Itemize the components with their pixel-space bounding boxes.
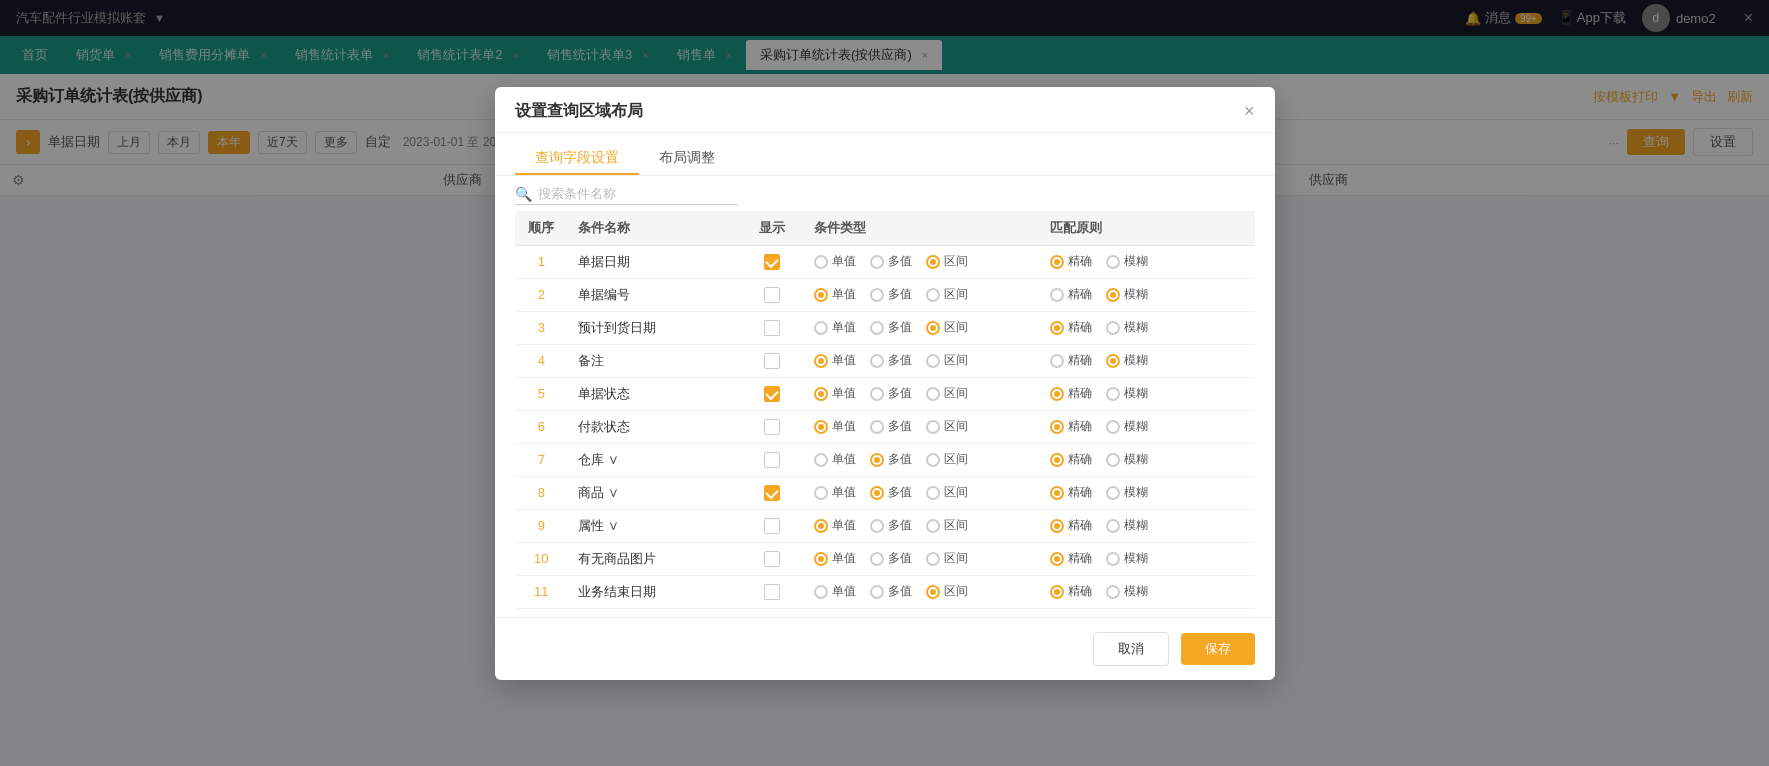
modal-overlay: 设置查询区域布局 × 查询字段设置 布局调整 🔍 顺序	[0, 0, 1769, 196]
dialog-header: 设置查询区域布局 ×	[495, 87, 1275, 133]
dialog-close-button[interactable]: ×	[1244, 102, 1255, 120]
dialog-tab-query-fields-label: 查询字段设置	[535, 149, 619, 165]
dialog-tab-query-fields[interactable]: 查询字段设置	[515, 143, 639, 175]
dialog-tab-layout-adjust[interactable]: 布局调整	[639, 143, 735, 175]
dialog-tabs: 查询字段设置 布局调整	[495, 133, 1275, 176]
search-icon: 🔍	[515, 186, 532, 197]
settings-dialog: 设置查询区域布局 × 查询字段设置 布局调整 🔍 顺序	[495, 87, 1275, 197]
search-input-wrap: 🔍	[515, 186, 738, 197]
search-input[interactable]	[538, 186, 738, 196]
dialog-search-bar: 🔍	[495, 176, 1275, 197]
dialog-tab-layout-adjust-label: 布局调整	[659, 149, 715, 165]
dialog-title: 设置查询区域布局	[515, 101, 643, 122]
